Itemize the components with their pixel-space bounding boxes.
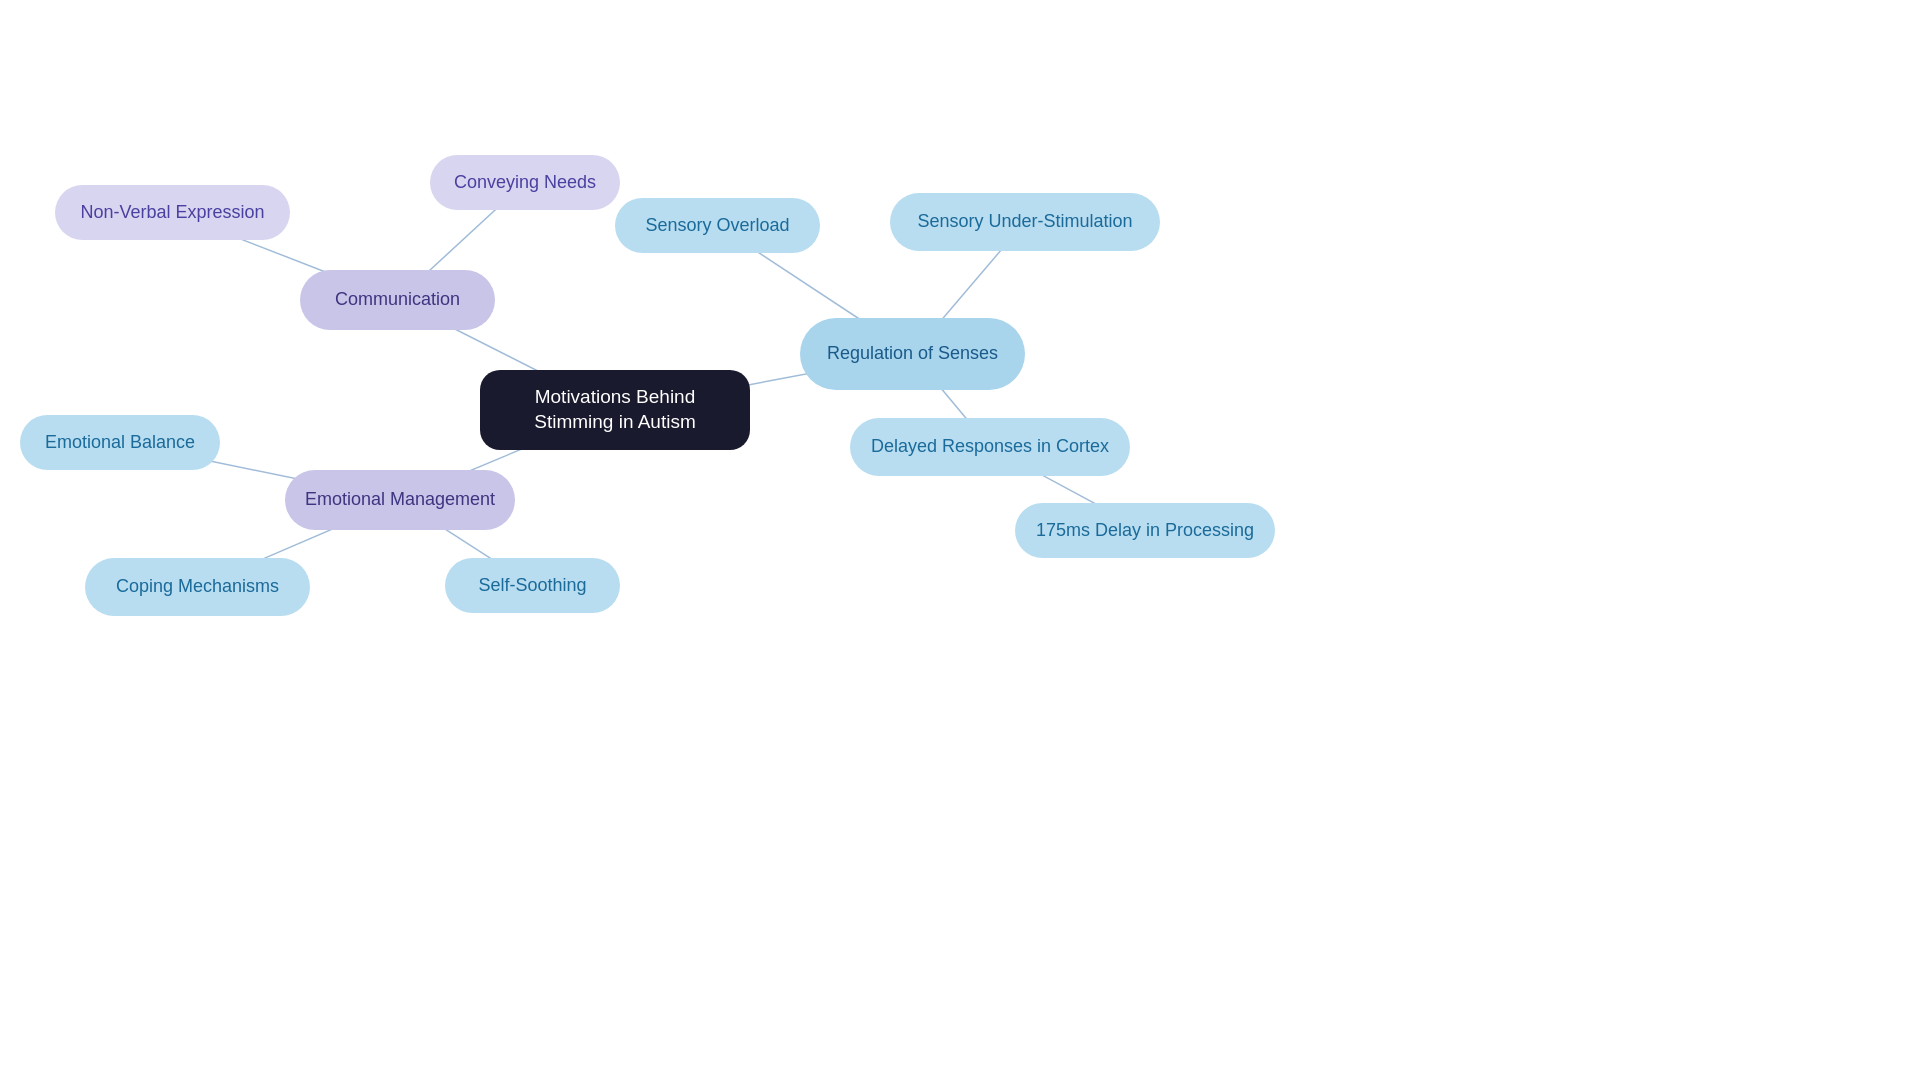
coping-mechanisms-node: Coping Mechanisms bbox=[85, 558, 310, 616]
delay-175ms-node: 175ms Delay in Processing bbox=[1015, 503, 1275, 558]
center-node: Motivations Behind Stimming in Autism bbox=[480, 370, 750, 450]
non-verbal-expression-node: Non-Verbal Expression bbox=[55, 185, 290, 240]
delayed-responses-node: Delayed Responses in Cortex bbox=[850, 418, 1130, 476]
emotional-management-node: Emotional Management bbox=[285, 470, 515, 530]
conveying-needs-node: Conveying Needs bbox=[430, 155, 620, 210]
self-soothing-node: Self-Soothing bbox=[445, 558, 620, 613]
emotional-balance-node: Emotional Balance bbox=[20, 415, 220, 470]
sensory-under-stimulation-node: Sensory Under-Stimulation bbox=[890, 193, 1160, 251]
communication-node: Communication bbox=[300, 270, 495, 330]
regulation-of-senses-node: Regulation of Senses bbox=[800, 318, 1025, 390]
sensory-overload-node: Sensory Overload bbox=[615, 198, 820, 253]
